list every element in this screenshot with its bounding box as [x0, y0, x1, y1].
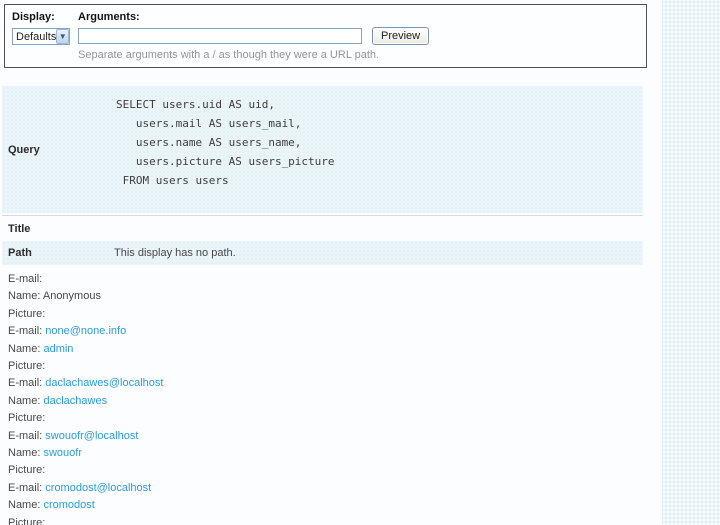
field-label: Picture:: [8, 360, 46, 373]
field-label: E-mail:: [8, 481, 46, 494]
field-line-email: E-mail: none@none.info: [8, 323, 638, 340]
arguments-label: Arguments:: [78, 11, 140, 23]
field-line-name: Name: cromodost: [8, 497, 638, 514]
field-label: Name:: [8, 447, 44, 460]
path-row-label: Path: [8, 247, 32, 259]
arguments-column: Arguments: Preview Separate arguments wi…: [78, 11, 638, 63]
field-line-picture: Picture:: [8, 462, 638, 479]
field-value-link[interactable]: swouofr@localhost: [45, 430, 138, 442]
field-label: Picture:: [8, 464, 46, 477]
display-column: Display: Defaults ▼: [12, 11, 78, 63]
field-line-picture: Picture:: [8, 515, 638, 525]
preview-form-fieldset: Display: Defaults ▼ Arguments: Preview S…: [4, 4, 647, 68]
field-value-link[interactable]: none@none.info: [45, 325, 126, 337]
field-line-picture: Picture:: [8, 358, 638, 375]
field-line-email: E-mail:: [8, 271, 638, 288]
field-label: Name:: [8, 394, 44, 407]
field-line-name: Name: admin: [8, 341, 638, 358]
field-line-email: E-mail: swouofr@localhost: [8, 428, 638, 445]
field-value-link[interactable]: daclachawes: [43, 395, 107, 407]
field-value-link[interactable]: swouofr: [43, 447, 82, 459]
field-line-name: Name: Anonymous: [8, 288, 638, 305]
field-line-picture: Picture:: [8, 306, 638, 323]
field-label: E-mail:: [8, 325, 46, 338]
view-summary-rows: Query SELECT users.uid AS uid, users.mai…: [2, 86, 643, 265]
field-line-email: E-mail: daclachawes@localhost: [8, 375, 638, 392]
field-value-link[interactable]: cromodost@localhost: [45, 482, 151, 494]
field-label: Name:: [8, 342, 44, 355]
field-line-picture: Picture:: [8, 410, 638, 427]
field-value-link[interactable]: daclachawes@localhost: [45, 377, 163, 389]
field-value-link[interactable]: cromodost: [43, 499, 94, 511]
field-label: Name:: [8, 499, 44, 512]
display-select[interactable]: Defaults ▼: [12, 28, 70, 45]
field-label: E-mail:: [8, 273, 43, 285]
field-label: Picture:: [8, 516, 46, 525]
path-row-value: This display has no path.: [114, 247, 236, 259]
preview-button[interactable]: Preview: [372, 27, 430, 45]
field-label: E-mail:: [8, 429, 46, 442]
field-line-email: E-mail: cromodost@localhost: [8, 480, 638, 497]
field-label: Name:: [8, 290, 43, 303]
query-sql: SELECT users.uid AS uid, users.mail AS u…: [116, 98, 335, 187]
title-row-label: Title: [8, 222, 31, 235]
title-row: Title: [2, 215, 643, 241]
arguments-input[interactable]: [78, 28, 362, 44]
arguments-help-text: Separate arguments with a / as though th…: [78, 49, 380, 61]
path-row: Path This display has no path.: [2, 241, 643, 265]
query-row-label: Query: [8, 143, 40, 156]
field-line-name: Name: swouofr: [8, 445, 638, 462]
chevron-down-icon: ▼: [56, 29, 69, 44]
main-content-area: Display: Defaults ▼ Arguments: Preview S…: [0, 0, 662, 525]
field-value-link[interactable]: admin: [43, 343, 73, 355]
field-label: E-mail:: [8, 377, 46, 390]
field-label: Picture:: [8, 307, 46, 320]
arguments-input-row: Preview: [78, 27, 638, 45]
query-row: Query SELECT users.uid AS uid, users.mai…: [2, 86, 643, 213]
field-label: Picture:: [8, 412, 46, 425]
display-label: Display:: [12, 11, 55, 23]
preview-result-list: E-mail: Name: Anonymous Picture: E-mail: no…: [8, 271, 638, 525]
field-line-name: Name: daclachawes: [8, 393, 638, 410]
display-select-value: Defaults: [16, 30, 57, 43]
field-value: Anonymous: [42, 290, 101, 303]
